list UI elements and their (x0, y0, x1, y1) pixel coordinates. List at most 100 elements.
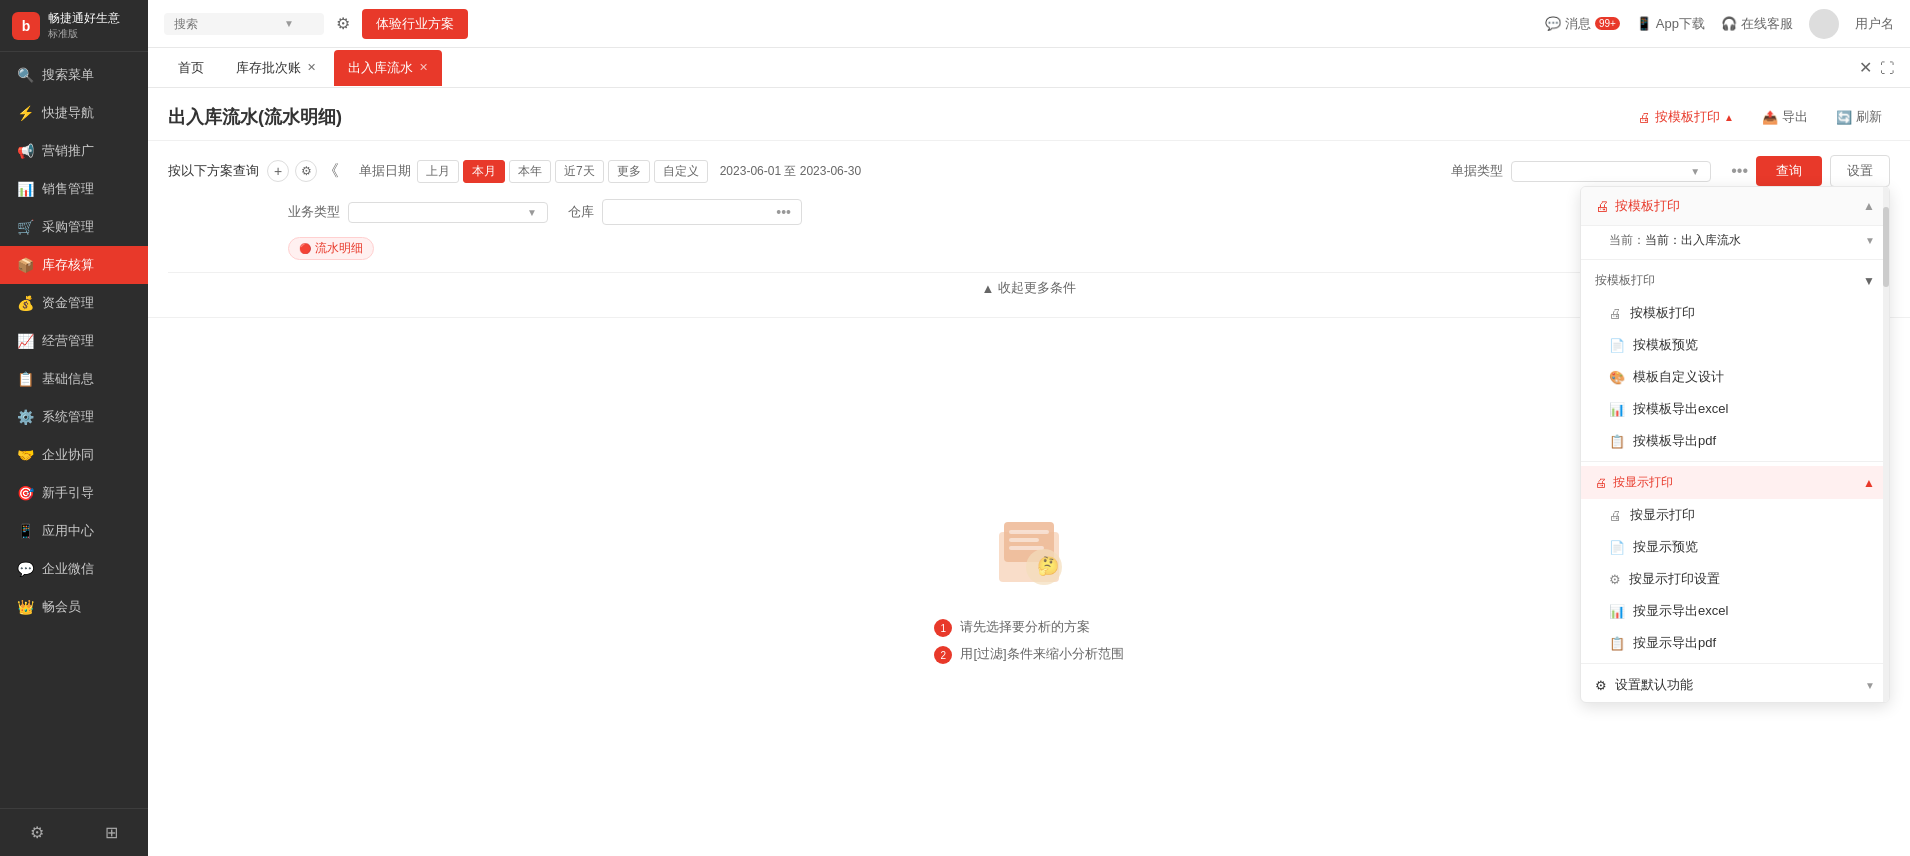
sidebar-item-system[interactable]: ⚙️ 系统管理 (0, 398, 148, 436)
message-badge: 99+ (1595, 17, 1620, 30)
tab-bar-right: ✕ ⛶ (1859, 58, 1894, 77)
template-pdf-item[interactable]: 📋 按模板导出pdf (1581, 425, 1889, 457)
user-avatar[interactable] (1809, 9, 1839, 39)
filter-query-actions: ••• 查询 设置 (1731, 155, 1890, 187)
empty-state-icon: 🤔 (979, 502, 1079, 602)
tab-stock-flow[interactable]: 出入库流水 ✕ (334, 50, 442, 86)
doc-type-select[interactable]: ▼ (1511, 161, 1711, 182)
doc-preview-icon: 📄 (1609, 338, 1625, 353)
print-arrow-icon: ▲ (1724, 112, 1734, 123)
search-input[interactable] (174, 17, 284, 31)
sidebar-item-app-center[interactable]: 📱 应用中心 (0, 512, 148, 550)
message-action[interactable]: 💬 消息 99+ (1545, 15, 1620, 33)
doc-type-group: 单据类型 ▼ (1451, 161, 1711, 182)
sidebar-item-purchase[interactable]: 🛒 采购管理 (0, 208, 148, 246)
sidebar-item-vip[interactable]: 👑 畅会员 (0, 588, 148, 626)
set-default-icon: ⚙ (1595, 678, 1607, 693)
app-download-action[interactable]: 📱 App下载 (1636, 15, 1705, 33)
business-type-group: 业务类型 ▼ (288, 202, 548, 223)
sidebar-item-wechat[interactable]: 💬 企业微信 (0, 550, 148, 588)
set-default-item[interactable]: ⚙ 设置默认功能 ▼ (1581, 668, 1889, 702)
date-btn-7days[interactable]: 近7天 (555, 160, 604, 183)
tab-bar: 首页 库存批次账 ✕ 出入库流水 ✕ ✕ ⛶ (148, 48, 1910, 88)
basic-info-icon: 📋 (16, 370, 34, 388)
template-custom-item[interactable]: 🎨 模板自定义设计 (1581, 361, 1889, 393)
query-btn[interactable]: 查询 (1756, 156, 1822, 186)
dropdown-collapse-btn[interactable]: ▲ (1863, 199, 1875, 213)
sidebar-item-operations[interactable]: 📈 经营管理 (0, 322, 148, 360)
export-btn[interactable]: 📤 导出 (1754, 104, 1816, 130)
header-gear-icon[interactable]: ⚙ (336, 14, 350, 33)
divider-2 (1581, 461, 1889, 462)
current-label-text: 当前：当前：出入库流水 (1609, 232, 1741, 249)
empty-step-1: 1 请先选择要分析的方案 (934, 618, 1123, 637)
page-actions: 🖨 按模板打印 ▲ 📤 导出 🔄 刷新 (1630, 104, 1890, 130)
date-filter: 单据日期 上月 本月 本年 近7天 更多 自定义 2023-06-01 至 20… (359, 160, 1431, 183)
online-service-action[interactable]: 🎧 在线客服 (1721, 15, 1793, 33)
header-search-box[interactable]: ▼ (164, 13, 324, 35)
toggle-sidebar-btn[interactable]: ⊞ (97, 819, 126, 846)
template-print-section[interactable]: 按模板打印 ▼ (1581, 264, 1889, 297)
operations-icon: 📈 (16, 332, 34, 350)
settings-btn[interactable]: 设置 (1830, 155, 1890, 187)
warehouse-dots[interactable]: ••• (776, 204, 791, 220)
purchase-icon: 🛒 (16, 218, 34, 236)
date-btn-more[interactable]: 更多 (608, 160, 650, 183)
tab-bar-expand-btn[interactable]: ⛶ (1880, 60, 1894, 76)
print-btn[interactable]: 🖨 按模板打印 ▲ (1630, 104, 1742, 130)
sidebar-item-search[interactable]: 🔍 搜索菜单 (0, 56, 148, 94)
headset-icon: 🎧 (1721, 16, 1737, 31)
sidebar-item-enterprise[interactable]: 🤝 企业协同 (0, 436, 148, 474)
industry-btn[interactable]: 体验行业方案 (362, 9, 468, 39)
date-btn-this-month[interactable]: 本月 (463, 160, 505, 183)
date-field-label: 单据日期 (359, 162, 411, 180)
filter-settings-btn[interactable]: ⚙ (295, 160, 317, 182)
more-options-icon[interactable]: ••• (1731, 162, 1748, 180)
current-arrow-icon: ▼ (1865, 235, 1875, 246)
filter-tag-container: 🔴 流水明细 (288, 237, 374, 260)
date-btn-this-year[interactable]: 本年 (509, 160, 551, 183)
sidebar-item-basic-info[interactable]: 📋 基础信息 (0, 360, 148, 398)
display-print-item[interactable]: 🖨 按显示打印 (1581, 499, 1889, 531)
finance-icon: 💰 (16, 294, 34, 312)
divider-3 (1581, 663, 1889, 664)
display-pdf-item[interactable]: 📋 按显示导出pdf (1581, 627, 1889, 659)
warehouse-select[interactable]: ••• (602, 199, 802, 225)
svg-text:🤔: 🤔 (1037, 555, 1060, 577)
sidebar-item-inventory[interactable]: 📦 库存核算 (0, 246, 148, 284)
business-type-select[interactable]: ▼ (348, 202, 548, 223)
template-print-item[interactable]: 🖨 按模板打印 (1581, 297, 1889, 329)
sidebar-item-marketing[interactable]: 📢 营销推广 (0, 132, 148, 170)
template-excel-item[interactable]: 📊 按模板导出excel (1581, 393, 1889, 425)
date-btn-custom[interactable]: 自定义 (654, 160, 708, 183)
tab-stock-flow-close[interactable]: ✕ (419, 61, 428, 74)
tab-bar-close-btn[interactable]: ✕ (1859, 58, 1872, 77)
tab-inventory-batch[interactable]: 库存批次账 ✕ (222, 50, 330, 86)
date-btn-last-month[interactable]: 上月 (417, 160, 459, 183)
filter-add-btn[interactable]: + (267, 160, 289, 182)
display-print-settings-item[interactable]: ⚙ 按显示打印设置 (1581, 563, 1889, 595)
quick-nav-icon: ⚡ (16, 104, 34, 122)
display-preview-item[interactable]: 📄 按显示预览 (1581, 531, 1889, 563)
tab-inventory-batch-close[interactable]: ✕ (307, 61, 316, 74)
empty-steps: 1 请先选择要分析的方案 2 用[过滤]条件来缩小分析范围 (934, 618, 1123, 672)
scrollbar-thumb[interactable] (1883, 207, 1889, 287)
sidebar-item-newbie[interactable]: 🎯 新手引导 (0, 474, 148, 512)
sidebar-item-quick-nav[interactable]: ⚡ 快捷导航 (0, 94, 148, 132)
sidebar-bottom: ⚙ ⊞ (0, 808, 148, 856)
printer-icon: 🖨 (1638, 110, 1651, 125)
display-print-section[interactable]: 🖨 按显示打印 ▲ (1581, 466, 1889, 499)
display-excel-item[interactable]: 📊 按显示导出excel (1581, 595, 1889, 627)
sidebar-item-sales[interactable]: 📊 销售管理 (0, 170, 148, 208)
search-dropdown-icon[interactable]: ▼ (284, 18, 294, 29)
sidebar-item-finance[interactable]: 💰 资金管理 (0, 284, 148, 322)
tab-home[interactable]: 首页 (164, 50, 218, 86)
template-preview-item[interactable]: 📄 按模板预览 (1581, 329, 1889, 361)
refresh-btn[interactable]: 🔄 刷新 (1828, 104, 1890, 130)
current-label: 当前：当前：出入库流水 ▼ (1581, 226, 1889, 255)
settings-bottom-btn[interactable]: ⚙ (22, 819, 52, 846)
doc-type-select-arrow: ▼ (1690, 166, 1700, 177)
filter-collapse-btn[interactable]: 《 (323, 161, 339, 182)
filter-actions: + ⚙ 《 (267, 160, 339, 182)
filter-search-label: 按以下方案查询 (168, 162, 259, 180)
